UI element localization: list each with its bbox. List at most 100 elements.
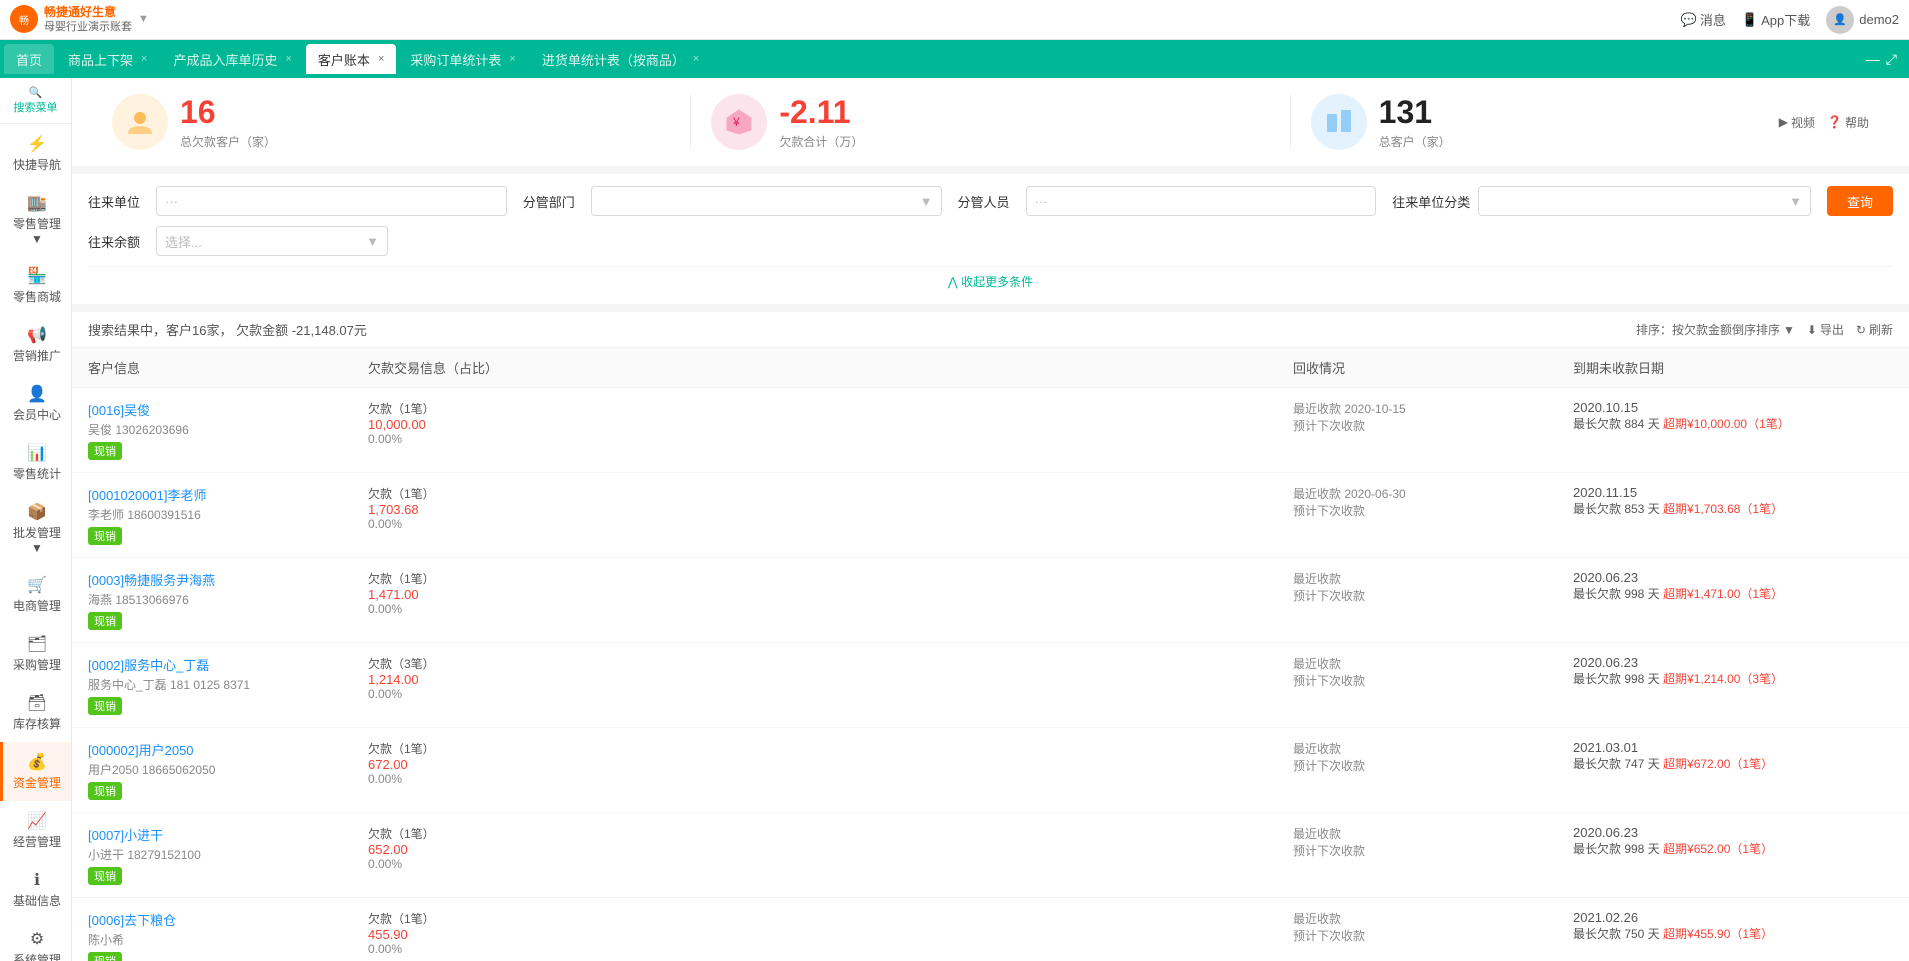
due-date-5: 2021.03.01 [1573, 740, 1893, 755]
sidebar-item-finance[interactable]: 💰 资金管理 [0, 742, 71, 801]
customer-tag-5: 现销 [88, 782, 122, 800]
help-btn[interactable]: ❓ 帮助 [1827, 114, 1869, 131]
balance-placeholder: 选择... [165, 232, 202, 251]
sidebar-item-operations[interactable]: 📈 经营管理 [0, 801, 71, 860]
tab-purchase-product-stats[interactable]: 进货单统计表（按商品） × [530, 44, 711, 74]
nav-tabs-bar: 首页 商品上下架 × 产成品入库单历史 × 客户账本 × 采购订单统计表 × 进… [0, 40, 1909, 78]
stat-content-amount: -2.11 欠款合计（万） [779, 94, 1269, 150]
customer-sub-4: 服务中心_丁磊 181 0125 8371 [88, 676, 368, 693]
dept-input[interactable]: ▼ [591, 186, 942, 216]
close-tab-customer-account[interactable]: × [378, 53, 384, 65]
stat-number-total: 131 [1379, 94, 1767, 131]
due-info-6: 2020.06.23 最长欠款 998 天 超期¥652.00（1笔） [1573, 825, 1893, 857]
col-header-due: 到期未收款日期 [1573, 358, 1893, 377]
customer-tag-3: 现销 [88, 612, 122, 630]
search-menu-btn[interactable]: 🔍 搜索菜单 [0, 78, 71, 124]
collection-info-7: 最近收款 预计下次收款 [1293, 910, 1573, 944]
customer-name-4[interactable]: [0002]服务中心_丁磊 [88, 655, 368, 674]
overdue-link-6[interactable]: 超期¥652.00（1笔） [1663, 842, 1773, 856]
sidebar-item-inventory[interactable]: 🗃 库存核算 [0, 683, 71, 742]
app-download-label: App下载 [1761, 10, 1810, 29]
col-header-collection: 回收情况 [1293, 358, 1573, 377]
tab-warehouse-history[interactable]: 产成品入库单历史 × [161, 44, 303, 74]
export-label: 导出 [1820, 321, 1844, 338]
stat-label-customers: 总欠款客户（家） [180, 133, 670, 150]
tab-product-listing[interactable]: 商品上下架 × [56, 44, 159, 74]
due-date-3: 2020.06.23 [1573, 570, 1893, 585]
customer-name-6[interactable]: [0007]小进干 [88, 825, 368, 844]
sidebar-item-basic-info[interactable]: ℹ 基础信息 [0, 860, 71, 919]
ecommerce-label: 电商管理 [13, 599, 61, 613]
debt-amount-3: 1,471.00 [368, 587, 1293, 602]
stats-row: 16 总欠款客户（家） ¥ -2.11 欠款合计（万） 131 [72, 78, 1909, 166]
overdue-link-1[interactable]: 超期¥10,000.00（1笔） [1663, 417, 1790, 431]
sidebar-item-system[interactable]: ⚙ 系统管理 [0, 919, 71, 961]
maximize-btn[interactable]: ⤢ [1886, 51, 1897, 68]
customer-name-1[interactable]: [0016]吴俊 [88, 400, 368, 419]
overdue-link-2[interactable]: 超期¥1,703.68（1笔） [1663, 502, 1783, 516]
collapse-bar[interactable]: ⋀ 收起更多条件 [88, 266, 1893, 296]
view-video-btn[interactable]: ▶ 视频 [1779, 114, 1815, 131]
user-area[interactable]: 👤 demo2 [1826, 6, 1899, 34]
filter-row-2: 往来余额 选择... ▼ [88, 226, 388, 256]
due-info-7: 2021.02.26 最长欠款 750 天 超期¥455.90（1笔） [1573, 910, 1893, 942]
stat-icon-total [1311, 94, 1367, 150]
sidebar-item-quick-nav[interactable]: ⚡ 快捷导航 [0, 124, 71, 183]
collection-info-4: 最近收款 预计下次收款 [1293, 655, 1573, 689]
collapse-icon: ⋀ [948, 275, 958, 289]
app-logo-icon: 畅 [10, 5, 38, 33]
customer-tag-2: 现销 [88, 527, 122, 545]
close-tab-purchase-product-stats[interactable]: × [693, 53, 699, 65]
person-dots: ··· [1035, 194, 1048, 209]
minimize-btn[interactable]: — [1866, 51, 1880, 68]
last-collect-3: 最近收款 [1293, 570, 1573, 587]
close-tab-product-listing[interactable]: × [141, 53, 147, 65]
customer-sub-6: 小进干 18279152100 [88, 846, 368, 863]
collection-info-2: 最近收款 2020-06-30 预计下次收款 [1293, 485, 1573, 519]
app-download-btn[interactable]: 📱 App下载 [1742, 10, 1810, 29]
stat-number-customers: 16 [180, 94, 670, 131]
customer-name-2[interactable]: [0001020001]李老师 [88, 485, 368, 504]
unit-type-dropdown-icon: ▼ [1789, 194, 1802, 209]
source-unit-input[interactable]: ··· [156, 186, 507, 216]
next-collect-3: 预计下次收款 [1293, 587, 1573, 604]
refresh-btn[interactable]: ↻ 刷新 [1856, 321, 1893, 338]
company-dropdown-icon[interactable]: ▼ [138, 13, 149, 25]
debt-info-6: 欠款（1笔） 652.00 0.00% [368, 825, 1293, 871]
sidebar-item-retail-mall[interactable]: 🏪 零售商城 [0, 256, 71, 315]
search-button[interactable]: 查询 [1827, 186, 1893, 216]
tab-customer-account[interactable]: 客户账本 × [306, 44, 396, 74]
person-input[interactable]: ··· [1026, 186, 1377, 216]
tab-home[interactable]: 首页 [4, 44, 54, 74]
overdue-link-4[interactable]: 超期¥1,214.00（3笔） [1663, 672, 1783, 686]
due-info-1: 2020.10.15 最长欠款 884 天 超期¥10,000.00（1笔） [1573, 400, 1893, 432]
sidebar-item-marketing[interactable]: 📢 营销推广 [0, 315, 71, 374]
basic-info-label: 基础信息 [13, 894, 61, 908]
balance-select[interactable]: 选择... ▼ [156, 226, 388, 256]
overdue-link-5[interactable]: 超期¥672.00（1笔） [1663, 757, 1773, 771]
close-tab-purchase-stats[interactable]: × [509, 53, 515, 65]
overdue-link-3[interactable]: 超期¥1,471.00（1笔） [1663, 587, 1783, 601]
debt-info-3: 欠款（1笔） 1,471.00 0.00% [368, 570, 1293, 616]
result-amount-text: 欠款金额 -21,148.07元 [236, 323, 367, 338]
customer-name-3[interactable]: [0003]畅捷服务尹海燕 [88, 570, 368, 589]
collapse-text: 收起更多条件 [961, 275, 1033, 289]
tab-purchase-stats[interactable]: 采购订单统计表 × [398, 44, 527, 74]
export-btn[interactable]: ⬇ 导出 [1807, 321, 1844, 338]
tab-warehouse-history-label: 产成品入库单历史 [173, 50, 277, 69]
unit-type-input[interactable]: ▼ [1478, 186, 1811, 216]
sort-dropdown[interactable]: 排序：按欠款金额倒序排序 ▼ [1636, 321, 1795, 338]
overdue-days-3: 最长欠款 998 天 超期¥1,471.00（1笔） [1573, 585, 1893, 602]
customer-info-7: [0006]去下粮仓 陈小希 现销 [88, 910, 368, 961]
sidebar-item-retail-mgmt[interactable]: 🏬 零售管理 ▼ [0, 183, 71, 256]
sidebar-item-retail-stats[interactable]: 📊 零售统计 [0, 433, 71, 492]
sidebar-item-wholesale[interactable]: 📦 批发管理 ▼ [0, 492, 71, 565]
sidebar-item-ecommerce[interactable]: 🛒 电商管理 [0, 565, 71, 624]
customer-name-7[interactable]: [0006]去下粮仓 [88, 910, 368, 929]
sidebar-item-purchase[interactable]: 🗂 采购管理 [0, 624, 71, 683]
overdue-link-7[interactable]: 超期¥455.90（1笔） [1663, 927, 1773, 941]
customer-name-5[interactable]: [000002]用户2050 [88, 740, 368, 759]
message-btn[interactable]: 💬 消息 [1681, 10, 1726, 29]
sidebar-item-member[interactable]: 👤 会员中心 [0, 374, 71, 433]
close-tab-warehouse-history[interactable]: × [285, 53, 291, 65]
